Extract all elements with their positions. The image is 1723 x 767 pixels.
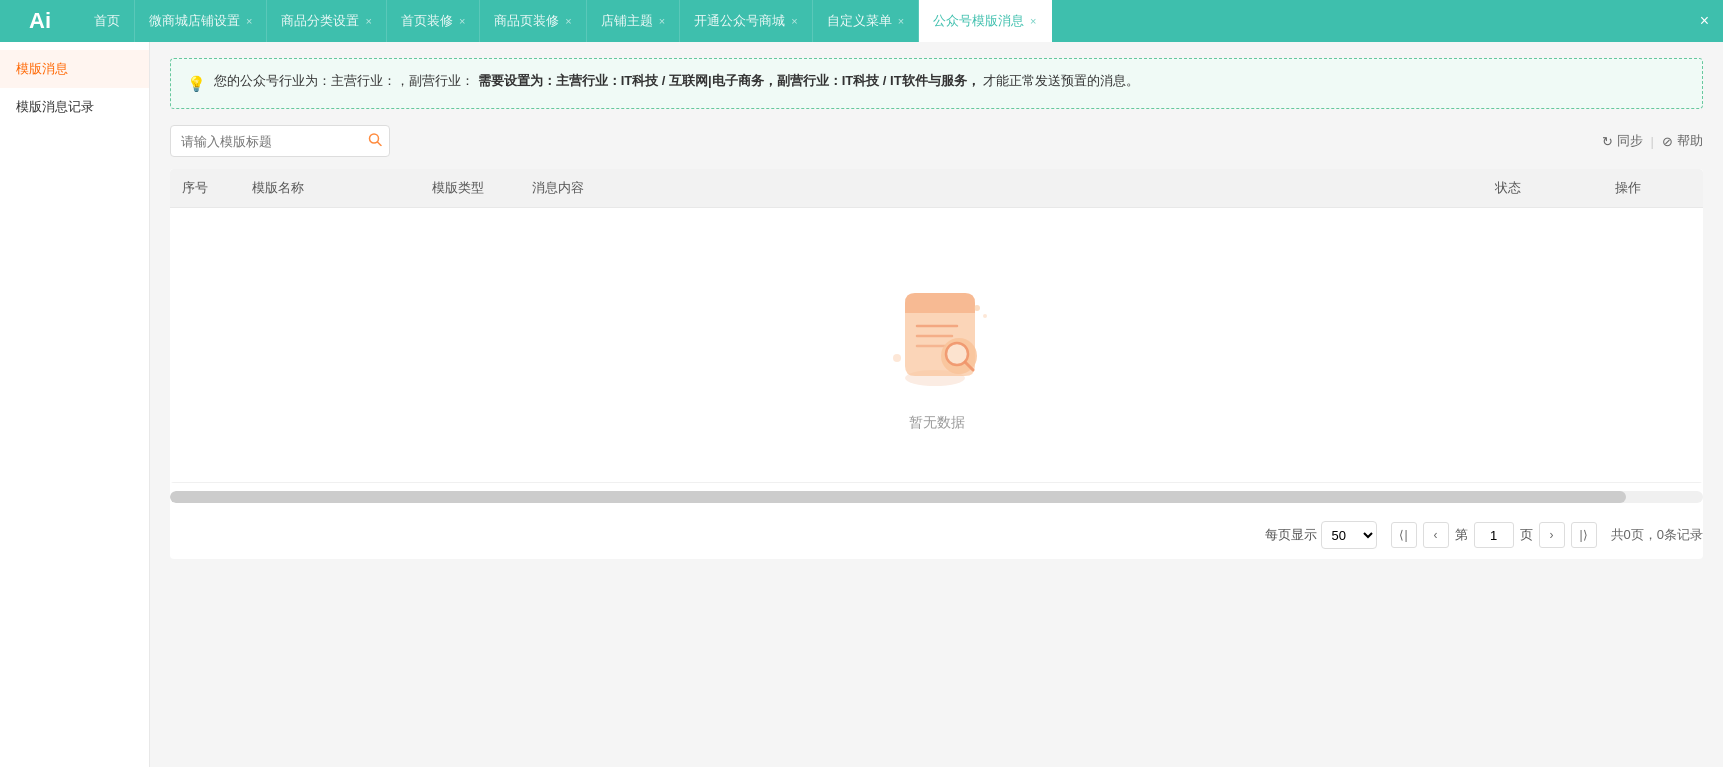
help-label: 帮助 <box>1677 132 1703 150</box>
page-label-after: 页 <box>1520 526 1533 544</box>
search-input[interactable] <box>170 125 390 157</box>
empty-icon <box>877 278 997 398</box>
nav-tab-template-msg-close[interactable]: × <box>1030 15 1036 27</box>
empty-state-cell: 暂无数据 <box>170 208 1703 483</box>
empty-text: 暂无数据 <box>909 414 965 432</box>
toolbar-divider: | <box>1651 134 1654 149</box>
search-button[interactable] <box>368 133 382 150</box>
search-icon <box>368 133 382 147</box>
toolbar-right: ↻ 同步 | ⊘ 帮助 <box>1602 132 1703 150</box>
nav-tab-custom-menu-close[interactable]: × <box>898 15 904 27</box>
sidebar-item-template-msg[interactable]: 模版消息 <box>0 50 149 88</box>
col-header-content: 消息内容 <box>520 169 1483 208</box>
sidebar-item-template-msg-records[interactable]: 模版消息记录 <box>0 88 149 126</box>
nav-tab-shop-settings[interactable]: 微商城店铺设置 × <box>135 0 267 42</box>
page-prev-button[interactable]: ‹ <box>1423 522 1449 548</box>
nav-tab-home-decor-label: 首页装修 <box>401 12 453 30</box>
search-bar: ↻ 同步 | ⊘ 帮助 <box>170 125 1703 157</box>
page-size-label: 每页显示 <box>1265 526 1317 544</box>
sync-icon: ↻ <box>1602 134 1613 149</box>
nav-tab-custom-menu[interactable]: 自定义菜单 × <box>813 0 919 42</box>
nav-tab-theme-label: 店铺主题 <box>601 12 653 30</box>
pagination: 每页显示 50 20 100 ▾ ⟨| ‹ 第 页 › |⟩ 共0页，0条记录 <box>170 511 1703 559</box>
sync-button[interactable]: ↻ 同步 <box>1602 132 1643 150</box>
nav-tab-open-shop-close[interactable]: × <box>791 15 797 27</box>
app-logo: Ai <box>0 0 80 42</box>
col-header-seq: 序号 <box>170 169 240 208</box>
nav-tab-category-close[interactable]: × <box>365 15 371 27</box>
top-nav: Ai 首页 微商城店铺设置 × 商品分类设置 × 首页装修 × 商品页装修 × … <box>0 0 1723 42</box>
page-size-dropdown[interactable]: 50 20 100 <box>1321 521 1377 549</box>
nav-tab-product-decor[interactable]: 商品页装修 × <box>480 0 586 42</box>
main-layout: 模版消息 模版消息记录 💡 您的公众号行业为：主营行业：，副营行业： 需要设置为… <box>0 42 1723 767</box>
nav-tab-home-decor-close[interactable]: × <box>459 15 465 27</box>
notice-box: 💡 您的公众号行业为：主营行业：，副营行业： 需要设置为：主营行业：IT科技 /… <box>170 58 1703 109</box>
page-last-button[interactable]: |⟩ <box>1571 522 1597 548</box>
svg-line-1 <box>378 142 382 146</box>
empty-state-row: 暂无数据 <box>170 208 1703 483</box>
nav-tab-home-decor[interactable]: 首页装修 × <box>387 0 480 42</box>
page-label-before: 第 <box>1455 526 1468 544</box>
sync-label: 同步 <box>1617 132 1643 150</box>
horizontal-scrollbar[interactable] <box>170 491 1703 503</box>
page-size-select: 每页显示 50 20 100 ▾ <box>1265 521 1377 549</box>
table-wrapper: 序号 模版名称 模版类型 消息内容 状态 <box>170 169 1703 559</box>
nav-tab-open-shop-label: 开通公众号商城 <box>694 12 785 30</box>
svg-point-10 <box>974 305 980 311</box>
empty-state: 暂无数据 <box>182 218 1691 472</box>
help-button[interactable]: ⊘ 帮助 <box>1662 132 1703 150</box>
page-next-button[interactable]: › <box>1539 522 1565 548</box>
col-header-status: 状态 <box>1483 169 1603 208</box>
col-header-action: 操作 <box>1603 169 1703 208</box>
sidebar: 模版消息 模版消息记录 <box>0 42 150 767</box>
nav-tab-shop-settings-close[interactable]: × <box>246 15 252 27</box>
nav-tab-category[interactable]: 商品分类设置 × <box>267 0 386 42</box>
data-table: 序号 模版名称 模版类型 消息内容 状态 <box>170 169 1703 483</box>
page-total-info: 共0页，0条记录 <box>1611 526 1703 544</box>
nav-close-all-button[interactable]: × <box>1686 0 1723 42</box>
help-icon: ⊘ <box>1662 134 1673 149</box>
nav-tabs: 首页 微商城店铺设置 × 商品分类设置 × 首页装修 × 商品页装修 × 店铺主… <box>80 0 1686 42</box>
col-header-type: 模版类型 <box>420 169 520 208</box>
notice-text: 您的公众号行业为：主营行业：，副营行业： 需要设置为：主营行业：IT科技 / 互… <box>214 71 1139 92</box>
content-area: 💡 您的公众号行业为：主营行业：，副营行业： 需要设置为：主营行业：IT科技 /… <box>150 42 1723 767</box>
sidebar-item-template-msg-records-label: 模版消息记录 <box>16 99 94 114</box>
table-header-row: 序号 模版名称 模版类型 消息内容 状态 <box>170 169 1703 208</box>
nav-tab-product-decor-label: 商品页装修 <box>494 12 559 30</box>
page-number-input[interactable] <box>1474 522 1514 548</box>
nav-tab-template-msg[interactable]: 公众号模版消息 × <box>919 0 1051 42</box>
notice-icon: 💡 <box>187 72 206 96</box>
nav-tab-home[interactable]: 首页 <box>80 0 135 42</box>
col-header-name: 模版名称 <box>240 169 420 208</box>
scrollbar-thumb <box>170 491 1626 503</box>
nav-tab-template-msg-label: 公众号模版消息 <box>933 12 1024 30</box>
sidebar-item-template-msg-label: 模版消息 <box>16 61 68 76</box>
nav-tab-product-decor-close[interactable]: × <box>565 15 571 27</box>
nav-tab-shop-settings-label: 微商城店铺设置 <box>149 12 240 30</box>
nav-tab-theme-close[interactable]: × <box>659 15 665 27</box>
search-input-wrap <box>170 125 390 157</box>
nav-tab-theme[interactable]: 店铺主题 × <box>587 0 680 42</box>
nav-tab-custom-menu-label: 自定义菜单 <box>827 12 892 30</box>
svg-point-11 <box>983 314 987 318</box>
nav-tab-home-label: 首页 <box>94 12 120 30</box>
nav-tab-category-label: 商品分类设置 <box>281 12 359 30</box>
page-first-button[interactable]: ⟨| <box>1391 522 1417 548</box>
nav-tab-open-shop[interactable]: 开通公众号商城 × <box>680 0 812 42</box>
svg-point-12 <box>893 354 901 362</box>
